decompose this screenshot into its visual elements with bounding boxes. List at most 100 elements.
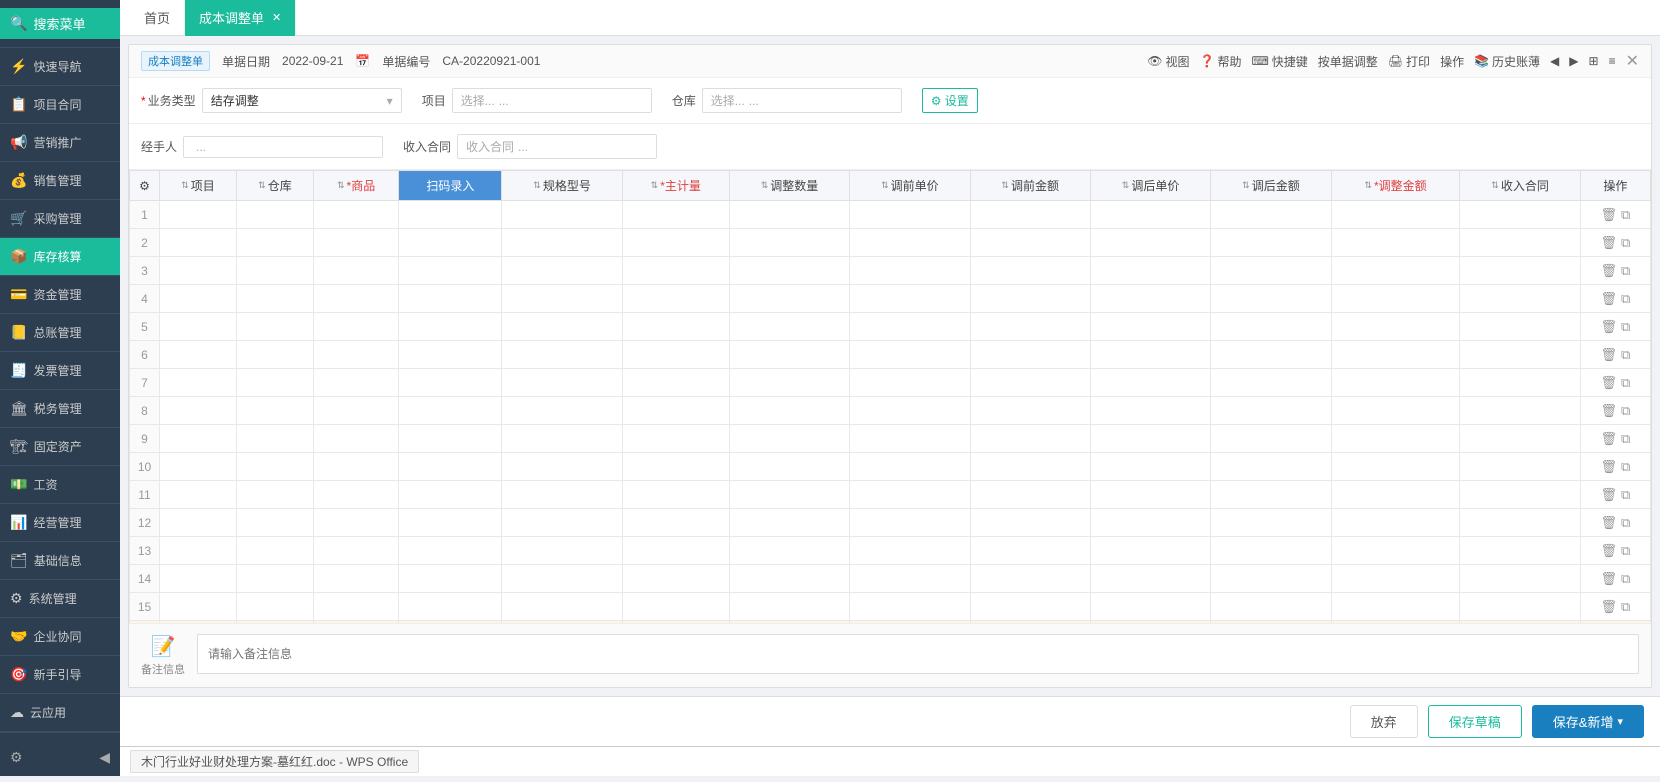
row-10-before-amount[interactable] [970,453,1090,481]
row-14-unit[interactable] [622,565,729,593]
sidebar-item-cloud-app[interactable]: ☁云应用 [0,694,120,732]
row-1-income-contract[interactable] [1460,201,1580,229]
row-5-after-amount[interactable] [1211,313,1331,341]
row-12-copy-icon[interactable]: ⧉ [1621,515,1630,531]
row-9-income-contract[interactable] [1460,425,1580,453]
tab-home[interactable]: 首页 [130,0,185,36]
row-4-spec[interactable] [502,285,622,313]
row-8-warehouse[interactable] [236,397,313,425]
row-4-before-amount[interactable] [970,285,1090,313]
row-5-product[interactable] [313,313,398,341]
sidebar-item-ledger[interactable]: 📒总账管理 [0,314,120,352]
row-8-project[interactable] [160,397,237,425]
row-5-scan[interactable] [399,313,502,341]
sidebar-item-basic-info[interactable]: 🗂基础信息 [0,542,120,580]
row-9-scan[interactable] [399,425,502,453]
row-11-adj-qty[interactable] [729,481,849,509]
row-10-adj-qty[interactable] [729,453,849,481]
row-7-income-contract[interactable] [1460,369,1580,397]
row-13-adj-qty[interactable] [729,537,849,565]
row-15-unit[interactable] [622,593,729,621]
row-5-copy-icon[interactable]: ⧉ [1621,319,1630,335]
row-2-after-amount[interactable] [1211,229,1331,257]
row-4-income-contract[interactable] [1460,285,1580,313]
row-3-scan[interactable] [399,257,502,285]
row-9-project[interactable] [160,425,237,453]
tab-cost-adjustment[interactable]: 成本调整单 ✕ [185,0,296,36]
row-10-delete-icon[interactable]: 🗑 [1600,459,1617,475]
row-4-adj-qty[interactable] [729,285,849,313]
row-2-warehouse[interactable] [236,229,313,257]
calendar-icon[interactable]: 📅 [355,54,370,68]
row-11-scan[interactable] [399,481,502,509]
row-7-product[interactable] [313,369,398,397]
row-8-adj-amount[interactable] [1331,397,1460,425]
row-7-before-amount[interactable] [970,369,1090,397]
row-13-income-contract[interactable] [1460,537,1580,565]
row-10-before-unit-price[interactable] [850,453,970,481]
row-11-project[interactable] [160,481,237,509]
row-15-scan[interactable] [399,593,502,621]
save-new-button[interactable]: 保存&新增 ▾ [1532,705,1644,738]
row-13-after-unit-price[interactable] [1090,537,1210,565]
row-2-before-amount[interactable] [970,229,1090,257]
row-5-after-unit-price[interactable] [1090,313,1210,341]
row-10-warehouse[interactable] [236,453,313,481]
row-13-project[interactable] [160,537,237,565]
row-1-before-unit-price[interactable] [850,201,970,229]
row-6-product[interactable] [313,341,398,369]
row-7-adj-amount[interactable] [1331,369,1460,397]
row-11-after-unit-price[interactable] [1090,481,1210,509]
row-5-adj-qty[interactable] [729,313,849,341]
row-6-adj-qty[interactable] [729,341,849,369]
list-view-btn[interactable]: ≡ [1609,54,1616,68]
row-5-before-amount[interactable] [970,313,1090,341]
row-3-warehouse[interactable] [236,257,313,285]
row-13-warehouse[interactable] [236,537,313,565]
warehouse-input[interactable]: 选择... ... [702,88,902,113]
sidebar-item-tax[interactable]: 🏛税务管理 [0,390,120,428]
row-7-scan[interactable] [399,369,502,397]
action-btn[interactable]: 操作 [1440,53,1464,70]
row-12-after-amount[interactable] [1211,509,1331,537]
row-10-scan[interactable] [399,453,502,481]
row-10-spec[interactable] [502,453,622,481]
row-8-spec[interactable] [502,397,622,425]
row-8-adj-qty[interactable] [729,397,849,425]
sidebar-item-newbie[interactable]: 🎯新手引导 [0,656,120,694]
row-6-after-unit-price[interactable] [1090,341,1210,369]
remark-input[interactable] [197,634,1639,674]
sidebar-item-quick-nav[interactable]: ⚡快速导航 [0,48,120,86]
row-5-income-contract[interactable] [1460,313,1580,341]
row-1-scan[interactable] [399,201,502,229]
sidebar-item-enterprise[interactable]: 🤝企业协同 [0,618,120,656]
row-9-adj-qty[interactable] [729,425,849,453]
sidebar-item-sys-mgmt[interactable]: ⚙系统管理 [0,580,120,618]
row-6-delete-icon[interactable]: 🗑 [1600,347,1617,363]
row-2-unit[interactable] [622,229,729,257]
taskbar-item[interactable]: 木门行业好业财处理方案-墓红红.doc - WPS Office [130,750,419,773]
row-15-project[interactable] [160,593,237,621]
row-14-adj-qty[interactable] [729,565,849,593]
row-13-delete-icon[interactable]: 🗑 [1600,543,1617,559]
row-1-adj-qty[interactable] [729,201,849,229]
row-8-copy-icon[interactable]: ⧉ [1621,403,1630,419]
row-4-unit[interactable] [622,285,729,313]
row-15-after-unit-price[interactable] [1090,593,1210,621]
panel-close-btn[interactable]: ✕ [1626,51,1639,71]
row-4-after-unit-price[interactable] [1090,285,1210,313]
print-btn[interactable]: 🖨 打印 [1388,53,1430,70]
row-11-delete-icon[interactable]: 🗑 [1600,487,1617,503]
row-9-warehouse[interactable] [236,425,313,453]
row-7-after-amount[interactable] [1211,369,1331,397]
row-12-before-amount[interactable] [970,509,1090,537]
row-7-unit[interactable] [622,369,729,397]
row-12-adj-amount[interactable] [1331,509,1460,537]
row-7-adj-qty[interactable] [729,369,849,397]
handler-input[interactable]: ... [183,136,383,158]
row-9-spec[interactable] [502,425,622,453]
row-13-before-unit-price[interactable] [850,537,970,565]
row-4-scan[interactable] [399,285,502,313]
row-4-after-amount[interactable] [1211,285,1331,313]
row-12-adj-qty[interactable] [729,509,849,537]
